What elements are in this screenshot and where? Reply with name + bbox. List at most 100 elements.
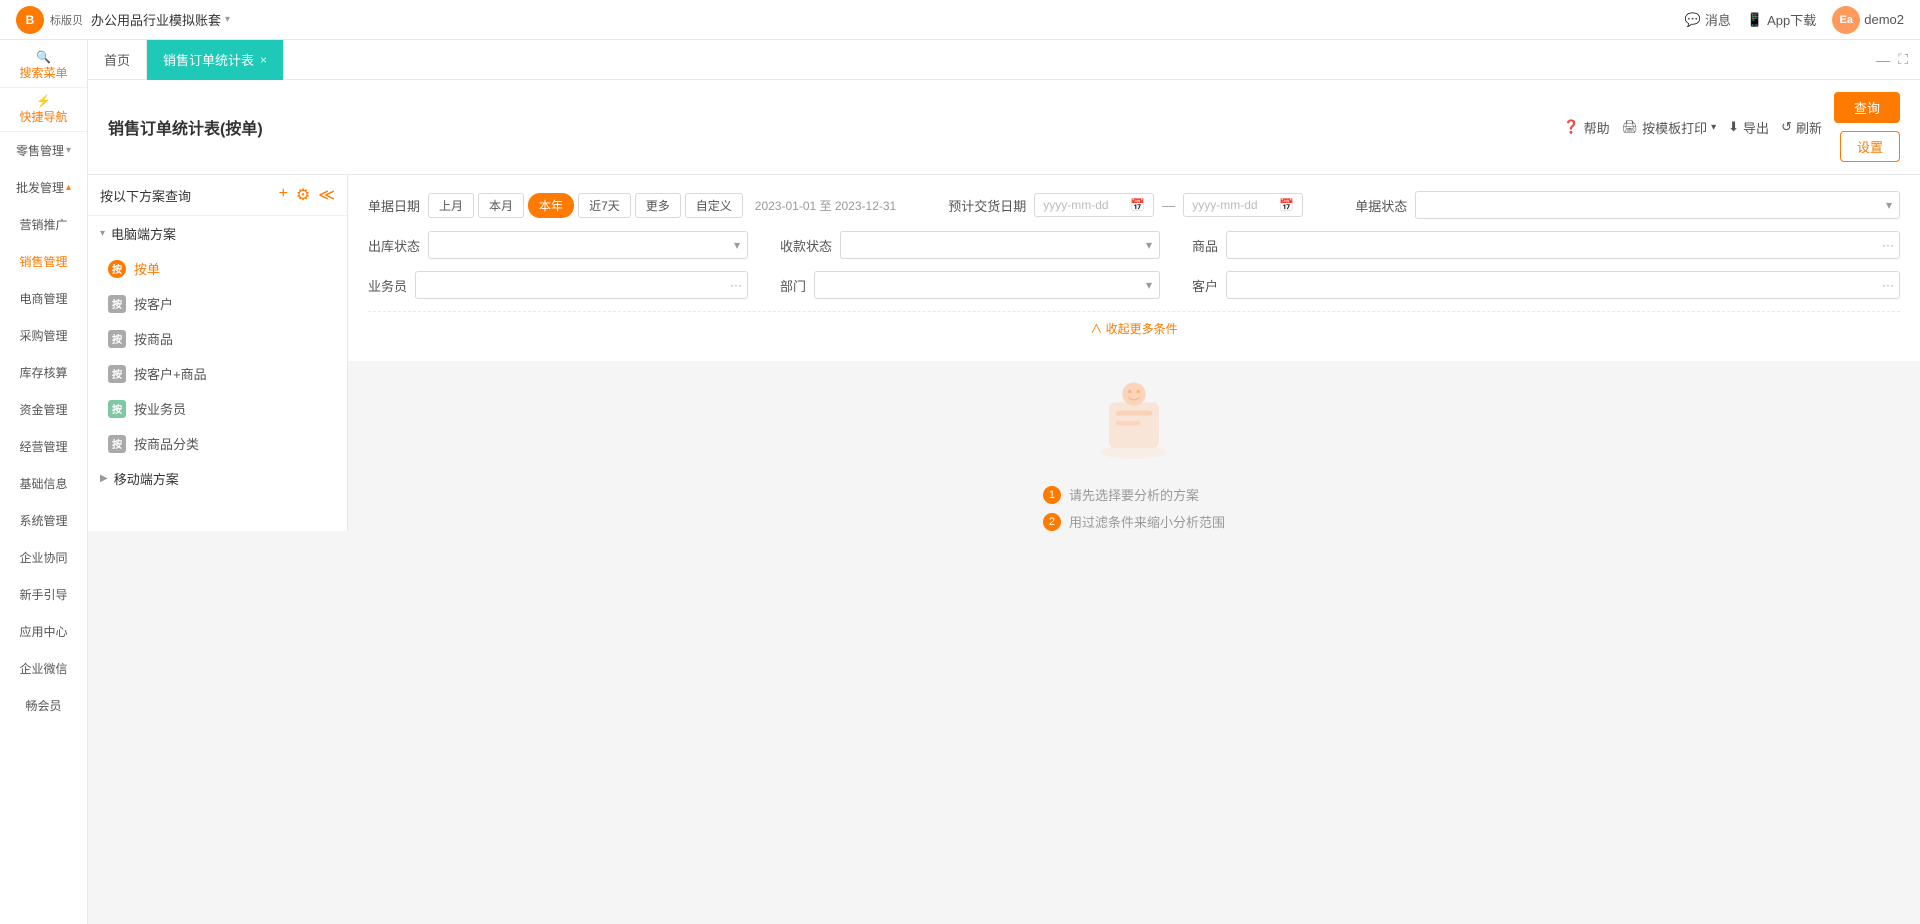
- this-month-btn[interactable]: 本月: [478, 193, 524, 218]
- top-bar-right: 💬 消息 📱 App下载 Ea demo2: [1685, 6, 1904, 34]
- export-button[interactable]: ⬇ 导出: [1728, 118, 1769, 137]
- sidebar-item-guide[interactable]: 新手引导: [0, 576, 87, 613]
- sidebar-retail-label: 零售管理: [16, 142, 64, 159]
- tree-expand-icon: ▾: [100, 228, 105, 239]
- sidebar-item-marketing[interactable]: 营销推广: [0, 206, 87, 243]
- refresh-label: 刷新: [1796, 118, 1822, 137]
- app-download-button[interactable]: 📱 App下载: [1747, 10, 1816, 29]
- expected-date-end[interactable]: yyyy-mm-dd 📅: [1183, 193, 1303, 217]
- add-scheme-button[interactable]: +: [279, 185, 288, 205]
- last7d-btn[interactable]: 近7天: [578, 193, 631, 218]
- content-area: 首页 销售订单统计表 × — ⛶ 销售订单统计表(按单) ❓ 帮助: [88, 40, 1920, 924]
- logo-area: B 标版贝: [16, 6, 83, 34]
- more-btn[interactable]: 更多: [635, 193, 681, 218]
- dept-select[interactable]: [814, 271, 1160, 299]
- ship-status-select[interactable]: [428, 231, 748, 259]
- dept-label: 部门: [780, 276, 806, 295]
- dept-group: 部门: [780, 271, 1160, 299]
- sidebar-item-wechat[interactable]: 企业微信: [0, 650, 87, 687]
- last-month-btn[interactable]: 上月: [428, 193, 474, 218]
- tree-item-by-category[interactable]: 按 按商品分类: [88, 426, 347, 461]
- goods-input[interactable]: [1226, 231, 1900, 259]
- tree-label-by-goods: 按商品: [134, 329, 173, 348]
- collapse-panel-button[interactable]: ≪: [318, 185, 335, 205]
- sidebar-item-stock[interactable]: 库存核算: [0, 354, 87, 391]
- tab-home[interactable]: 首页: [88, 40, 147, 80]
- pay-status-select[interactable]: [840, 231, 1160, 259]
- print-template-button[interactable]: 🖨 按模板打印 ▾: [1622, 118, 1717, 137]
- company-selector[interactable]: 办公用品行业模拟账套 ▾: [91, 10, 230, 29]
- customer-dots-icon[interactable]: ···: [1882, 278, 1894, 292]
- tree-item-by-customer[interactable]: 按 按客户: [88, 286, 347, 321]
- message-label: 消息: [1705, 10, 1731, 29]
- sidebar-item-member[interactable]: 畅会员: [0, 687, 87, 724]
- top-bar-left: B 标版贝 办公用品行业模拟账套 ▾: [16, 6, 230, 34]
- main-actions-col: 查询 设置: [1834, 92, 1900, 162]
- sidebar-quicknav-item[interactable]: ⚡ 快捷导航: [0, 88, 87, 132]
- app-icon: 📱: [1747, 12, 1763, 28]
- sidebar-item-basic[interactable]: 基础信息: [0, 465, 87, 502]
- help-button[interactable]: ❓ 帮助: [1563, 118, 1609, 137]
- sidebar-item-ecommerce[interactable]: 电商管理: [0, 280, 87, 317]
- staff-group: 业务员 ···: [368, 271, 748, 299]
- minimize-icon[interactable]: —: [1876, 52, 1890, 68]
- tree-icon-by-customer: 按: [108, 295, 126, 313]
- collapse-button[interactable]: ∧ 收起更多条件: [368, 311, 1900, 345]
- date-range-display: 2023-01-01 至 2023-12-31: [755, 197, 896, 214]
- page-title: 销售订单统计表(按单): [108, 115, 263, 151]
- tree-item-by-goods[interactable]: 按 按商品: [88, 321, 347, 356]
- goods-group: 商品 ···: [1192, 231, 1900, 259]
- sidebar-member-label: 畅会员: [25, 697, 61, 714]
- calendar-start-icon: 📅: [1130, 198, 1145, 212]
- sidebar-item-operation[interactable]: 经营管理: [0, 428, 87, 465]
- customer-input[interactable]: [1226, 271, 1900, 299]
- maximize-icon[interactable]: ⛶: [1898, 51, 1908, 68]
- tree-icon-by-staff: 按: [108, 400, 126, 418]
- tab-close-button[interactable]: ×: [260, 53, 267, 67]
- sidebar-item-apps[interactable]: 应用中心: [0, 613, 87, 650]
- sidebar-item-retail[interactable]: 零售管理 ▾: [0, 132, 87, 169]
- retail-expand-icon: ▾: [66, 145, 71, 156]
- this-year-btn[interactable]: 本年: [528, 193, 574, 218]
- pc-group-header[interactable]: ▾ 电脑端方案: [88, 216, 347, 251]
- user-profile[interactable]: Ea demo2: [1832, 6, 1904, 34]
- custom-btn[interactable]: 自定义: [685, 193, 743, 218]
- filter-section: 单据日期 上月 本月 本年 近7天 更多 自定义: [348, 175, 1920, 361]
- sidebar-item-system[interactable]: 系统管理: [0, 502, 87, 539]
- status-select[interactable]: [1415, 191, 1900, 219]
- sidebar-ecommerce-label: 电商管理: [19, 290, 67, 307]
- query-button[interactable]: 查询: [1834, 92, 1900, 123]
- message-button[interactable]: 💬 消息: [1685, 10, 1731, 29]
- date-range-text: 2023-01-01 至 2023-12-31: [755, 197, 896, 214]
- chevron-down-icon: ▾: [225, 14, 230, 25]
- sidebar-sales-label: 销售管理: [19, 253, 67, 270]
- sidebar-item-finance[interactable]: 资金管理: [0, 391, 87, 428]
- tree-item-by-cust-goods[interactable]: 按 按客户+商品: [88, 356, 347, 391]
- user-avatar: Ea: [1832, 6, 1860, 34]
- settings-button[interactable]: 设置: [1840, 131, 1900, 162]
- customer-label: 客户: [1192, 276, 1218, 295]
- mobile-group-header[interactable]: ▶ 移动端方案: [88, 461, 347, 496]
- tree-item-by-order[interactable]: 按 按单: [88, 251, 347, 286]
- filter-row-2: 出库状态 收款状态: [368, 231, 1900, 259]
- refresh-button[interactable]: ↺ 刷新: [1781, 118, 1822, 137]
- sidebar-item-purchase[interactable]: 采购管理: [0, 317, 87, 354]
- collapse-label: ∧ 收起更多条件: [1090, 322, 1177, 336]
- staff-dots-icon[interactable]: ···: [730, 278, 742, 292]
- sidebar-item-enterprise[interactable]: 企业协同: [0, 539, 87, 576]
- sidebar-item-wholesale[interactable]: 批发管理 ▴: [0, 169, 87, 206]
- help-icon: ❓: [1563, 119, 1579, 135]
- sidebar-search-item[interactable]: 🔍 搜索菜单: [0, 40, 87, 88]
- goods-dots-icon[interactable]: ···: [1882, 238, 1894, 252]
- settings-scheme-button[interactable]: ⚙: [296, 185, 310, 205]
- panel-header-icons: + ⚙ ≪: [279, 185, 335, 205]
- print-label: 按模板打印: [1642, 118, 1707, 137]
- tree-item-by-staff[interactable]: 按 按业务员: [88, 391, 347, 426]
- empty-hint-1: 1 请先选择要分析的方案: [1043, 485, 1225, 504]
- mobile-group-label: 移动端方案: [114, 469, 179, 488]
- staff-input[interactable]: [415, 271, 748, 299]
- tab-sales-order-stats[interactable]: 销售订单统计表 ×: [147, 40, 284, 80]
- expected-date-start[interactable]: yyyy-mm-dd 📅: [1034, 193, 1154, 217]
- hint-text-1: 请先选择要分析的方案: [1069, 485, 1199, 504]
- sidebar-item-sales[interactable]: 销售管理: [0, 243, 87, 280]
